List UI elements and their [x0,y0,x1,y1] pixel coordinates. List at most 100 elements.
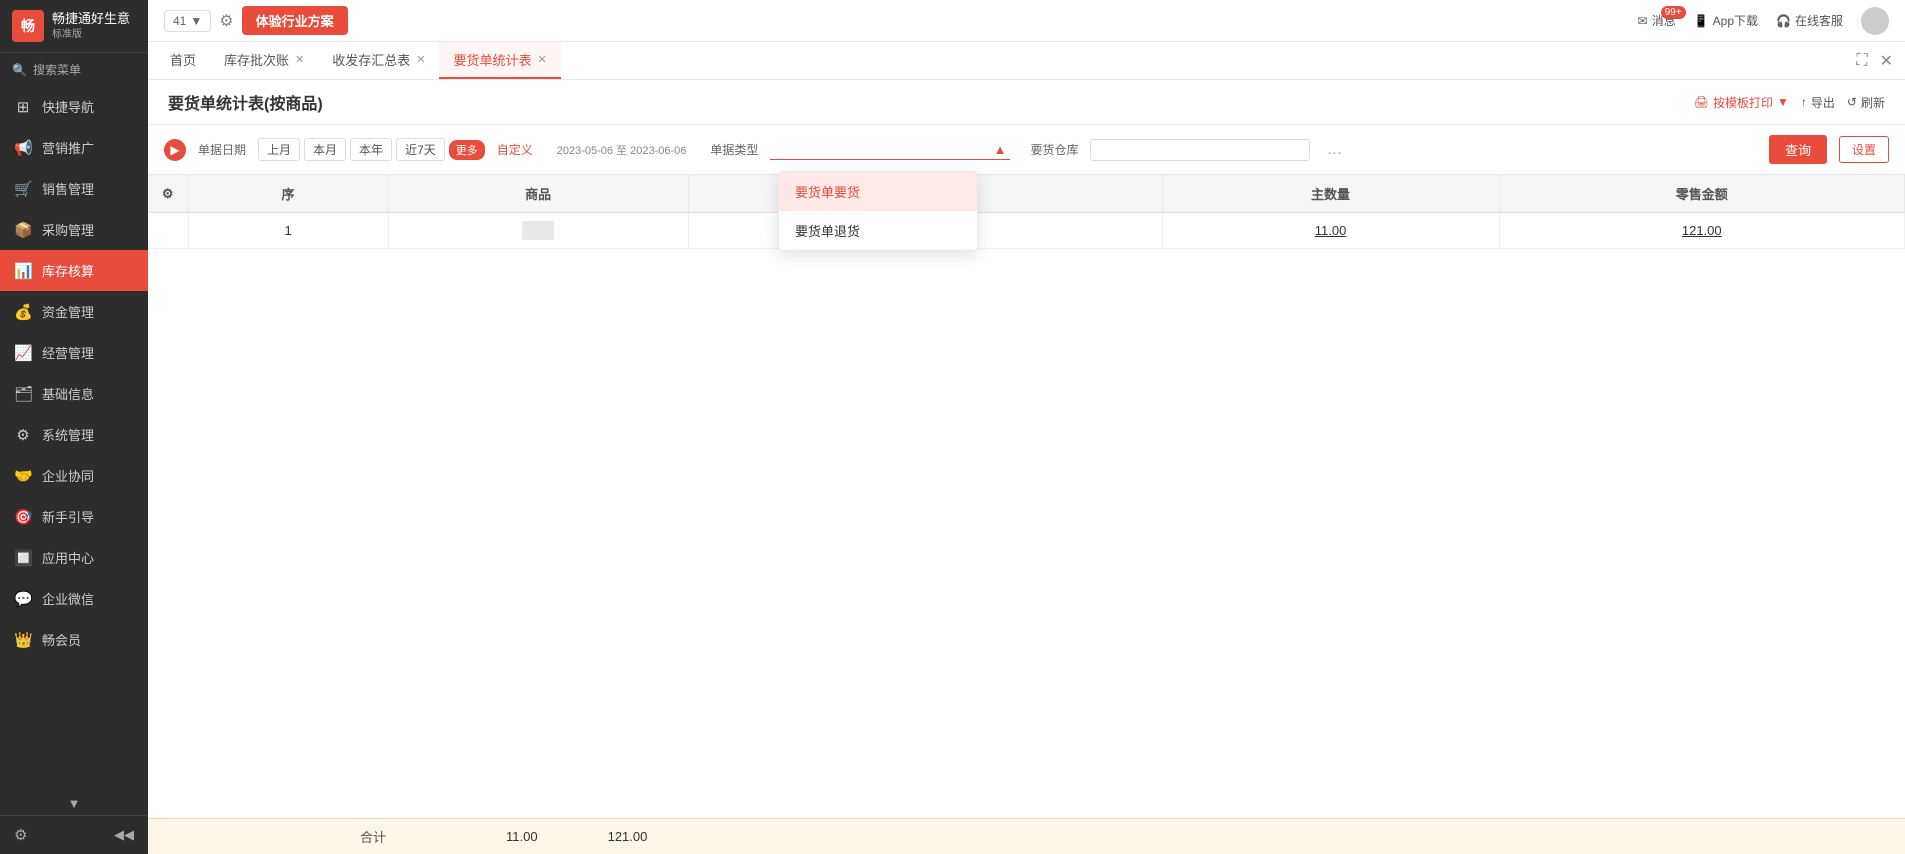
phone-icon: 📱 [1694,14,1709,28]
data-table: ⚙ 序 商品 主计量单位 主数量 零售金额 1 块 11.00 [148,175,1905,249]
date-range-text: 2023-05-06 至 2023-06-06 [557,142,687,158]
table-settings-icon[interactable]: ⚙ [162,186,174,201]
app-center-icon: 🔲 [14,549,32,567]
sidebar-item-quick-nav[interactable]: ⊞ 快捷导航 [0,86,148,127]
sales-icon: 🛒 [14,180,32,198]
settings-filter-button[interactable]: 设置 [1839,136,1889,163]
type-dropdown-arrow-icon[interactable]: ▲ [994,142,1007,157]
search-menu[interactable]: 🔍 搜索菜单 [0,53,148,86]
user-avatar[interactable] [1861,7,1889,35]
footer-amount: 121.00 [608,829,648,844]
sidebar-item-marketing[interactable]: 📢 营销推广 [0,127,148,168]
sidebar-item-members[interactable]: 👑 畅会员 [0,619,148,660]
tab-inventory-batch[interactable]: 库存批次账 ✕ [210,42,318,79]
tab-close-all-icon[interactable]: ✕ [1876,51,1897,71]
table-footer: 合计 11.00 121.00 [148,818,1905,854]
tab-maximize-icon[interactable]: ⛶ [1852,52,1871,70]
operations-icon: 📈 [14,344,32,362]
table-row: 1 块 11.00 121.00 [148,213,1905,249]
sidebar-item-purchase[interactable]: 📦 采购管理 [0,209,148,250]
sidebar-item-system[interactable]: ⚙ 系统管理 [0,414,148,455]
print-icon: 🖨 [1694,95,1709,109]
tab-receivables[interactable]: 收发存汇总表 ✕ [318,42,439,79]
inventory-icon: 📊 [14,262,32,280]
sidebar-item-operations[interactable]: 📈 经营管理 [0,332,148,373]
date-shortcuts: 上月 本月 本年 近7天 更多 自定义 [258,138,541,161]
marketing-icon: 📢 [14,139,32,157]
main-content: 41 ▼ ⚙ 体验行业方案 ✉ 消息 99+ 📱 App下载 🎧 在线客服 [148,0,1905,854]
sidebar-item-enterprise[interactable]: 🤝 企业协同 [0,455,148,496]
tab-home[interactable]: 首页 [156,42,210,79]
tab-close-requisition[interactable]: ✕ [538,53,547,66]
warehouse-more-icon[interactable]: … [1326,141,1342,159]
tab-close-receivables[interactable]: ✕ [416,53,425,66]
export-button[interactable]: ↑ 导出 [1801,94,1835,111]
refresh-button[interactable]: ↺ 刷新 [1847,94,1885,111]
row-amount[interactable]: 121.00 [1499,213,1904,249]
tab-requisition[interactable]: 要货单统计表 ✕ [439,42,560,79]
sidebar-scroll-down[interactable]: ▼ [0,792,148,815]
col-settings[interactable]: ⚙ [148,175,188,213]
bottom-settings-icon[interactable]: ⚙ [14,826,27,844]
logo-icon: 畅 [12,10,44,42]
page-actions: 🖨 按模板打印 ▼ ↑ 导出 ↺ 刷新 [1694,94,1885,111]
members-icon: 👑 [14,631,32,649]
topbar-settings-icon[interactable]: ⚙ [219,11,233,31]
date-btn-last-month[interactable]: 上月 [258,138,300,161]
col-quantity: 主数量 [1162,175,1499,213]
sidebar-collapse-button[interactable]: ◀◀ [114,827,134,843]
sidebar-logo: 畅 畅捷通好生意 标准版 [0,0,148,53]
chevron-down-icon: ▼ [1777,95,1789,109]
page-title: 要货单统计表(按商品) [168,90,323,114]
tabs-bar: 首页 库存批次账 ✕ 收发存汇总表 ✕ 要货单统计表 ✕ ⛶ ✕ [148,42,1905,80]
online-service-button[interactable]: 🎧 在线客服 [1776,12,1843,29]
basic-icon: 🗂 [14,385,32,403]
warehouse-label: 要货仓库 [1030,141,1078,158]
purchase-icon: 📦 [14,221,32,239]
topbar: 41 ▼ ⚙ 体验行业方案 ✉ 消息 99+ 📱 App下载 🎧 在线客服 [148,0,1905,42]
sidebar-nav: ⊞ 快捷导航 📢 营销推广 🛒 销售管理 📦 采购管理 📊 库存核算 💰 资金管… [0,86,148,792]
filter-area: ▶ 单据日期 上月 本月 本年 近7天 更多 自定义 2023-05-06 至 … [148,125,1905,175]
row-product [388,213,688,249]
sidebar-bottom: ⚙ ◀◀ [0,815,148,854]
sidebar: 畅 畅捷通好生意 标准版 🔍 搜索菜单 ⊞ 快捷导航 📢 营销推广 🛒 销售管理… [0,0,148,854]
sidebar-item-app-center[interactable]: 🔲 应用中心 [0,537,148,578]
sidebar-item-inventory[interactable]: 📊 库存核算 [0,250,148,291]
type-input-wrap: ▲ [770,139,1010,160]
sidebar-item-sales[interactable]: 🛒 销售管理 [0,168,148,209]
warehouse-input[interactable] [1090,139,1310,161]
row-seq: 1 [188,213,388,249]
row-quantity[interactable]: 11.00 [1162,213,1499,249]
date-label: 单据日期 [198,141,246,158]
wechat-icon: 💬 [14,590,32,608]
filter-collapse-button[interactable]: ▶ [164,139,186,161]
system-icon: ⚙ [14,426,32,444]
date-btn-7days[interactable]: 近7天 [396,138,445,161]
page-header: 要货单统计表(按商品) 🖨 按模板打印 ▼ ↑ 导出 ↺ 刷新 [148,80,1905,125]
export-icon: ↑ [1801,95,1807,109]
quick-nav-icon: ⊞ [14,98,32,116]
trial-button[interactable]: 体验行业方案 [242,6,348,35]
date-btn-custom[interactable]: 自定义 [489,139,541,160]
sidebar-item-basic[interactable]: 🗂 基础信息 [0,373,148,414]
tabs-end-buttons: ⛶ ✕ [1852,51,1897,71]
print-button[interactable]: 🖨 按模板打印 ▼ [1694,94,1789,111]
sidebar-item-wechat[interactable]: 💬 企业微信 [0,578,148,619]
date-btn-this-year[interactable]: 本年 [350,138,392,161]
sidebar-item-finance[interactable]: 💰 资金管理 [0,291,148,332]
dropdown-item-requisition-order[interactable]: 要货单要货 [779,172,977,211]
dropdown-item-return-order[interactable]: 要货单退货 [779,211,977,250]
footer-quantity: 11.00 [506,829,538,844]
type-input[interactable] [770,139,1010,160]
tab-close-inventory-batch[interactable]: ✕ [295,53,304,66]
sidebar-item-guide[interactable]: 🎯 新手引导 [0,496,148,537]
date-btn-this-month[interactable]: 本月 [304,138,346,161]
type-dropdown: 要货单要货 要货单退货 [778,171,978,251]
query-button[interactable]: 查询 [1769,135,1827,164]
page-area: 要货单统计表(按商品) 🖨 按模板打印 ▼ ↑ 导出 ↺ 刷新 ▶ [148,80,1905,854]
app-download-button[interactable]: 📱 App下载 [1694,12,1758,29]
logo-text: 畅捷通好生意 标准版 [52,11,130,41]
messages-button[interactable]: ✉ 消息 99+ [1638,12,1676,29]
account-selector[interactable]: 41 ▼ [164,10,211,32]
date-btn-more[interactable]: 更多 [449,140,485,160]
